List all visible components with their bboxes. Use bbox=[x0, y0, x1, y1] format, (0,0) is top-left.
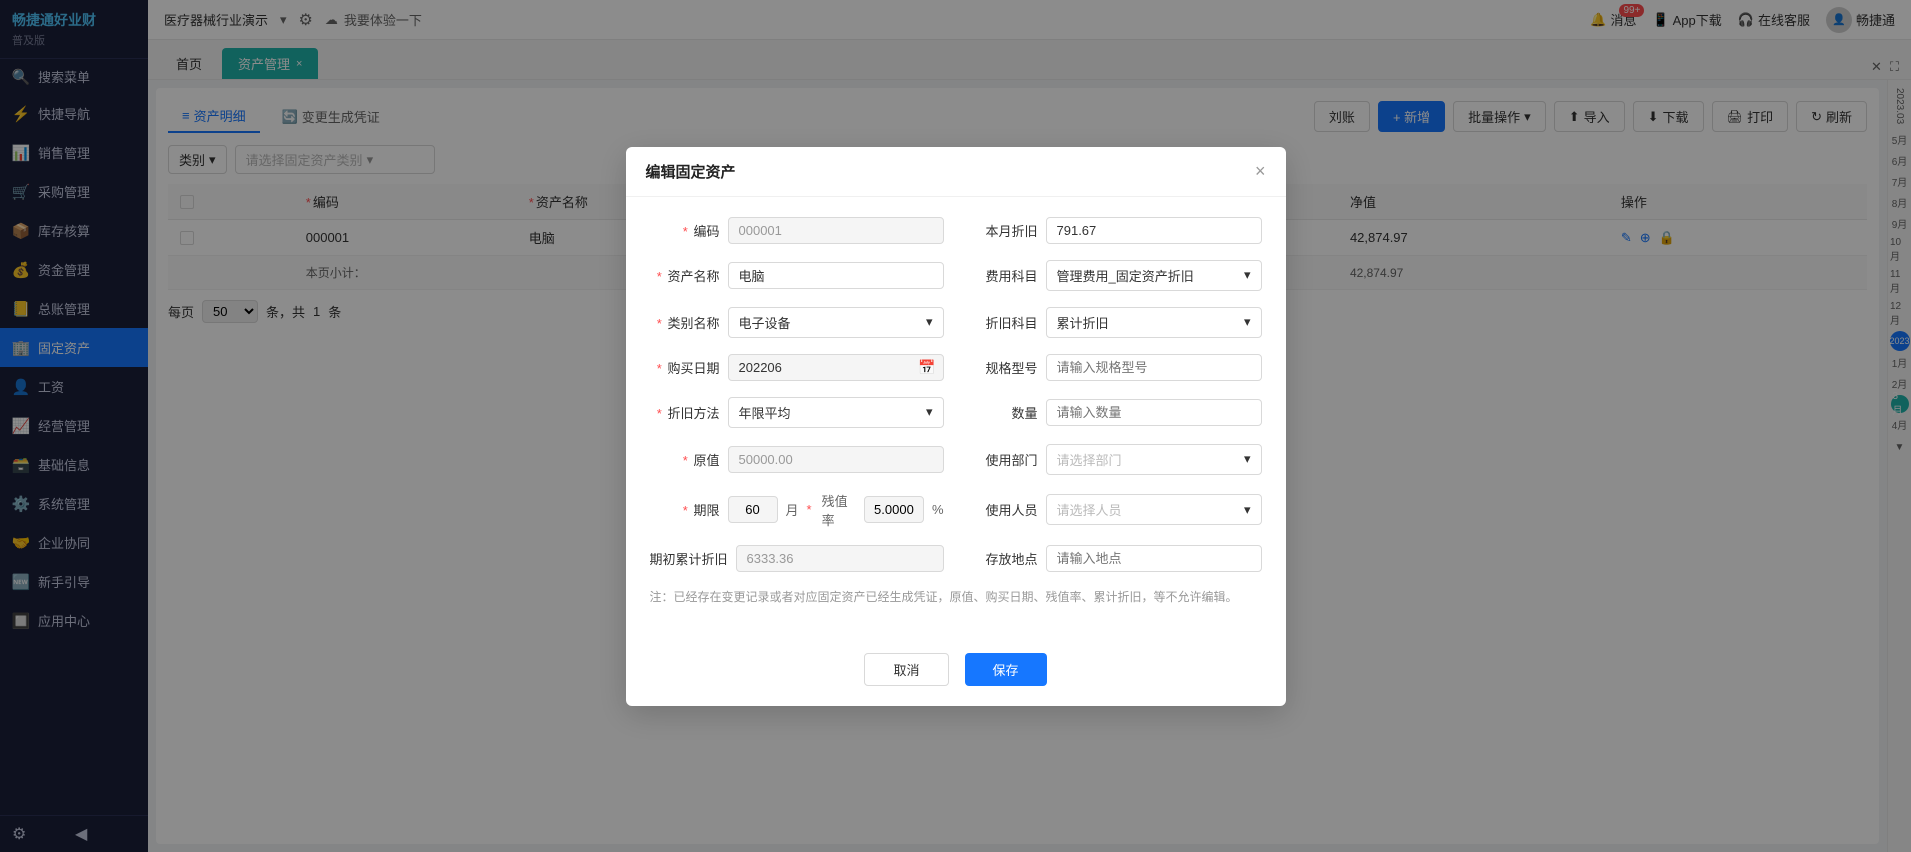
depreciation-method-select[interactable]: 年限平均 ▾ bbox=[728, 397, 944, 428]
field-use-department: 使用部门 请选择部门 ▾ bbox=[968, 444, 1262, 475]
category-label: * 类别名称 bbox=[650, 313, 720, 332]
period-unit: 月 bbox=[786, 500, 799, 519]
initial-depreciation-input[interactable] bbox=[736, 545, 944, 572]
user-dropdown-icon: ▾ bbox=[1244, 502, 1251, 518]
initial-depreciation-label: 期初累计折旧 bbox=[650, 549, 728, 568]
user-placeholder: 请选择人员 bbox=[1057, 500, 1122, 519]
calendar-icon: 📅 bbox=[918, 359, 935, 376]
field-initial-depreciation: 期初累计折旧 bbox=[650, 545, 944, 572]
depreciation-method-dropdown-icon: ▾ bbox=[926, 404, 933, 420]
form-row-2: * 资产名称 费用科目 管理费用_固定资产折旧 ▾ bbox=[650, 260, 1262, 291]
cancel-button[interactable]: 取消 bbox=[864, 653, 948, 686]
use-department-select[interactable]: 请选择部门 ▾ bbox=[1046, 444, 1262, 475]
purchase-date-wrapper: 📅 bbox=[728, 354, 944, 381]
form-row-6: * 原值 使用部门 请选择部门 ▾ bbox=[650, 444, 1262, 475]
residual-rate-unit: % bbox=[932, 502, 944, 517]
field-period: * 期限 月 * 残值率 % bbox=[650, 491, 944, 529]
expense-account-dropdown-icon: ▾ bbox=[1244, 267, 1251, 283]
monthly-depreciation-input[interactable] bbox=[1046, 217, 1262, 244]
storage-location-label: 存放地点 bbox=[968, 549, 1038, 568]
use-department-placeholder: 请选择部门 bbox=[1057, 450, 1122, 469]
modal-close-button[interactable]: × bbox=[1255, 161, 1266, 182]
field-expense-account: 费用科目 管理费用_固定资产折旧 ▾ bbox=[968, 260, 1262, 291]
depreciation-method-value: 年限平均 bbox=[739, 403, 791, 422]
code-input[interactable] bbox=[728, 217, 944, 244]
save-button[interactable]: 保存 bbox=[965, 653, 1047, 686]
field-depreciation-account: 折旧科目 累计折旧 ▾ bbox=[968, 307, 1262, 338]
field-storage-location: 存放地点 bbox=[968, 545, 1262, 572]
form-row-1: * 编码 本月折旧 bbox=[650, 217, 1262, 244]
field-monthly-depreciation: 本月折旧 bbox=[968, 217, 1262, 244]
depreciation-account-label: 折旧科目 bbox=[968, 313, 1038, 332]
field-depreciation-method: * 折旧方法 年限平均 ▾ bbox=[650, 397, 944, 428]
category-select[interactable]: 电子设备 ▾ bbox=[728, 307, 944, 338]
user-label: 使用人员 bbox=[968, 500, 1038, 519]
form-row-8: 期初累计折旧 存放地点 bbox=[650, 545, 1262, 572]
form-row-3: * 类别名称 电子设备 ▾ 折旧科目 累计折旧 ▾ bbox=[650, 307, 1262, 338]
residual-rate-label: 残值率 bbox=[822, 491, 856, 529]
residual-rate-input[interactable] bbox=[864, 496, 924, 523]
asset-name-input[interactable] bbox=[728, 262, 944, 289]
category-value: 电子设备 bbox=[739, 313, 791, 332]
field-purchase-date: * 购买日期 📅 bbox=[650, 354, 944, 381]
modal-footer: 取消 保存 bbox=[626, 641, 1286, 706]
expense-account-label: 费用科目 bbox=[968, 266, 1038, 285]
required-dot: * bbox=[683, 224, 688, 239]
modal-header: 编辑固定资产 × bbox=[626, 147, 1286, 197]
spec-model-label: 规格型号 bbox=[968, 358, 1038, 377]
depreciation-method-label: * 折旧方法 bbox=[650, 403, 720, 422]
asset-name-label: * 资产名称 bbox=[650, 266, 720, 285]
form-row-5: * 折旧方法 年限平均 ▾ 数量 bbox=[650, 397, 1262, 428]
quantity-input[interactable] bbox=[1046, 399, 1262, 426]
expense-account-select[interactable]: 管理费用_固定资产折旧 ▾ bbox=[1046, 260, 1262, 291]
modal-body: * 编码 本月折旧 * 资产名称 bbox=[626, 197, 1286, 641]
expense-account-value: 管理费用_固定资产折旧 bbox=[1057, 266, 1194, 285]
code-label: * 编码 bbox=[650, 221, 720, 240]
spec-model-input[interactable] bbox=[1046, 354, 1262, 381]
quantity-label: 数量 bbox=[968, 403, 1038, 422]
modal-overlay: 编辑固定资产 × * 编码 本月折旧 bbox=[0, 0, 1911, 852]
field-spec-model: 规格型号 bbox=[968, 354, 1262, 381]
monthly-depreciation-label: 本月折旧 bbox=[968, 221, 1038, 240]
user-select[interactable]: 请选择人员 ▾ bbox=[1046, 494, 1262, 525]
field-user: 使用人员 请选择人员 ▾ bbox=[968, 491, 1262, 529]
field-quantity: 数量 bbox=[968, 397, 1262, 428]
field-code: * 编码 bbox=[650, 217, 944, 244]
original-value-input[interactable] bbox=[728, 446, 944, 473]
depreciation-account-dropdown-icon: ▾ bbox=[1244, 314, 1251, 330]
purchase-date-label: * 购买日期 bbox=[650, 358, 720, 377]
storage-location-input[interactable] bbox=[1046, 545, 1262, 572]
use-department-label: 使用部门 bbox=[968, 450, 1038, 469]
modal-note: 注：已经存在变更记录或者对应固定资产已经生成凭证，原值、购买日期、残值率、累计折… bbox=[650, 588, 1262, 605]
field-category: * 类别名称 电子设备 ▾ bbox=[650, 307, 944, 338]
depreciation-account-value: 累计折旧 bbox=[1057, 313, 1109, 332]
depreciation-account-select[interactable]: 累计折旧 ▾ bbox=[1046, 307, 1262, 338]
field-asset-name: * 资产名称 bbox=[650, 260, 944, 291]
original-value-label: * 原值 bbox=[650, 450, 720, 469]
field-original-value: * 原值 bbox=[650, 444, 944, 475]
category-dropdown-icon: ▾ bbox=[926, 314, 933, 330]
period-input[interactable] bbox=[728, 496, 778, 523]
modal-title: 编辑固定资产 bbox=[646, 161, 736, 182]
period-row: 月 * 残值率 % bbox=[728, 491, 944, 529]
period-label: * 期限 bbox=[650, 500, 720, 519]
use-department-dropdown-icon: ▾ bbox=[1244, 451, 1251, 467]
purchase-date-input[interactable] bbox=[728, 354, 944, 381]
edit-asset-modal: 编辑固定资产 × * 编码 本月折旧 bbox=[626, 147, 1286, 706]
form-row-7: * 期限 月 * 残值率 % 使用人员 请选择人员 bbox=[650, 491, 1262, 529]
form-row-4: * 购买日期 📅 规格型号 bbox=[650, 354, 1262, 381]
